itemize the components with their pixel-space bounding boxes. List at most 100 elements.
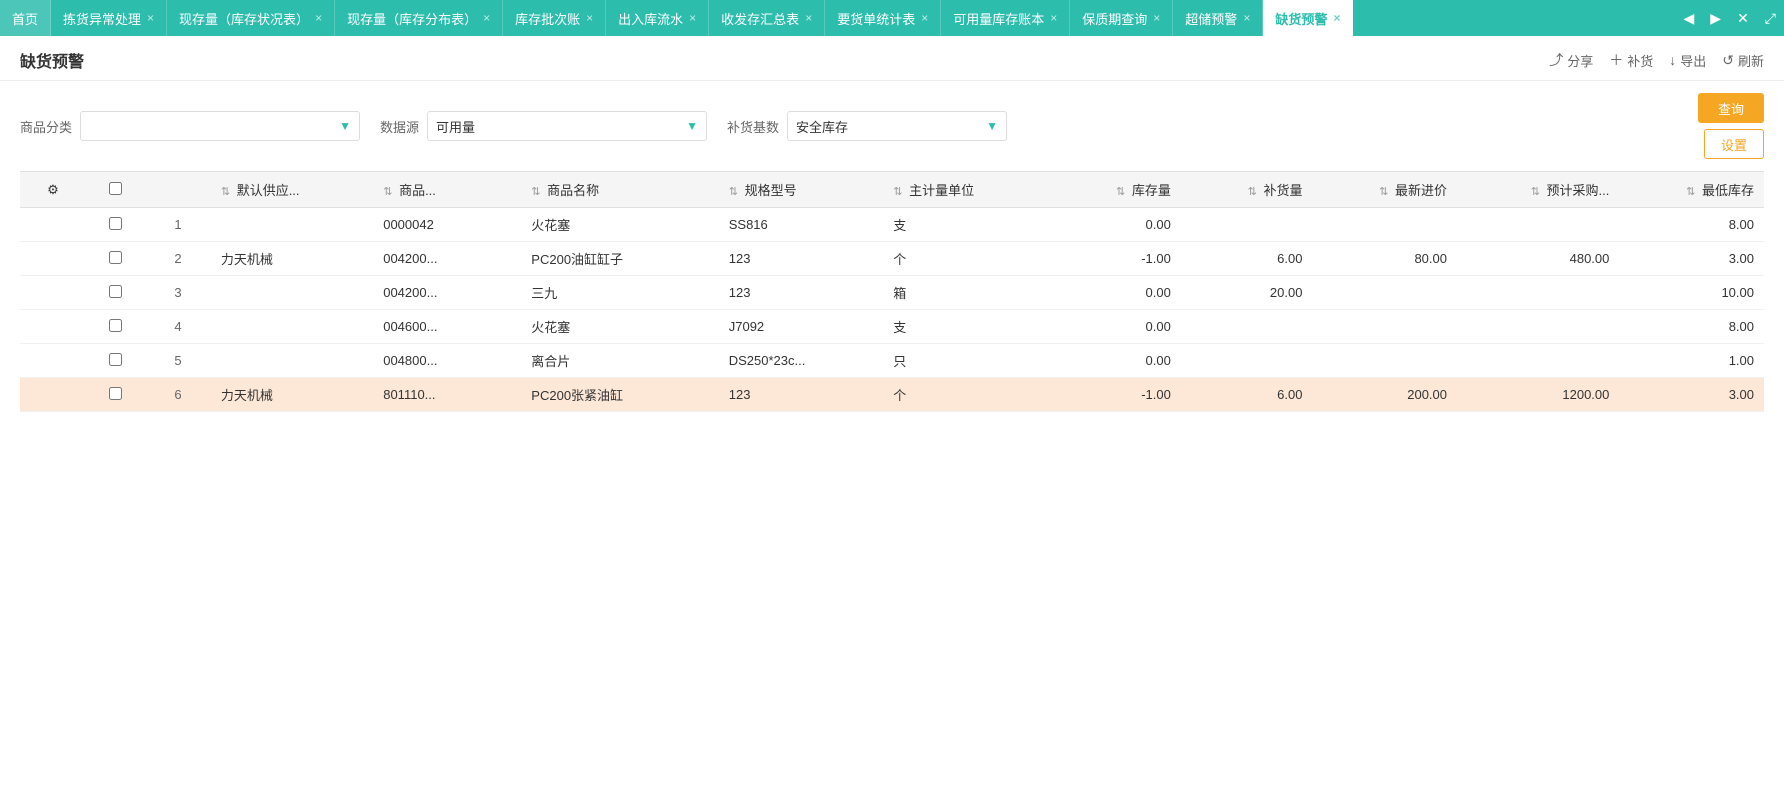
th-num: [145, 172, 211, 208]
tab-overstock[interactable]: 超储预警 ×: [1173, 0, 1263, 36]
query-button[interactable]: 查询: [1698, 93, 1764, 123]
th-supplier[interactable]: ⇅ 默认供应...: [211, 172, 373, 208]
category-label: 商品分类: [20, 117, 72, 136]
row-code-cell: 004600...: [373, 310, 521, 344]
tab-expiry-query[interactable]: 保质期查询 ×: [1070, 0, 1173, 36]
table-row: 2 力天机械 004200... PC200油缸缸子 123 个 -1.00 6…: [20, 242, 1764, 276]
row-checkbox[interactable]: [109, 251, 122, 264]
row-checkbox[interactable]: [109, 387, 122, 400]
th-check[interactable]: [86, 172, 145, 208]
tab-close-expiry-query[interactable]: ×: [1153, 11, 1160, 25]
row-code-cell: 004200...: [373, 276, 521, 310]
row-checkbox[interactable]: [109, 353, 122, 366]
row-checkbox[interactable]: [109, 217, 122, 230]
tab-close-inout-flow[interactable]: ×: [689, 11, 696, 25]
datasource-arrow-icon: ▼: [686, 119, 698, 133]
th-spec[interactable]: ⇅ 规格型号: [719, 172, 884, 208]
supplement-button[interactable]: ＋ 补货: [1609, 50, 1653, 70]
tab-available-ledger[interactable]: 可用量库存账本 ×: [941, 0, 1070, 36]
tab-close-abnormal[interactable]: ×: [147, 11, 154, 25]
tab-inout-flow[interactable]: 出入库流水 ×: [606, 0, 709, 36]
tab-shortage[interactable]: 缺货预警 ×: [1263, 0, 1353, 36]
row-spec-cell: 123: [719, 276, 884, 310]
row-check-cell[interactable]: [86, 344, 145, 378]
tab-home[interactable]: 首页: [0, 0, 51, 36]
row-num-cell: 2: [145, 242, 211, 276]
row-supplement-cell: 6.00: [1181, 242, 1313, 276]
row-num-cell: 1: [145, 208, 211, 242]
tab-fullscreen-btn[interactable]: ⤢: [1757, 0, 1784, 36]
tab-close-available-ledger[interactable]: ×: [1050, 11, 1057, 25]
settings-button[interactable]: 设置: [1704, 129, 1764, 159]
row-settings-cell: [20, 242, 86, 276]
supplement-base-filter-group: 补货基数 安全库存 ▼: [727, 111, 1007, 141]
row-name-cell: 火花塞: [521, 310, 718, 344]
supplement-icon: ＋: [1609, 50, 1623, 70]
row-checkbox[interactable]: [109, 285, 122, 298]
refresh-icon: ↺: [1722, 52, 1734, 69]
row-latest-price-cell: 80.00: [1312, 242, 1457, 276]
th-min-stock[interactable]: ⇅ 最低库存: [1619, 172, 1764, 208]
row-stock-cell: -1.00: [1049, 242, 1181, 276]
supplement-base-select[interactable]: 安全库存 ▼: [787, 111, 1007, 141]
tab-close-btn[interactable]: ✕: [1729, 0, 1757, 36]
tab-demand-stats[interactable]: 要货单统计表 ×: [825, 0, 941, 36]
th-stock[interactable]: ⇅ 库存量: [1049, 172, 1181, 208]
row-num-cell: 4: [145, 310, 211, 344]
row-forecast-cell: [1457, 344, 1619, 378]
share-button[interactable]: ⤴ 分享: [1549, 50, 1593, 70]
category-select[interactable]: ▼: [80, 111, 360, 141]
select-all-checkbox[interactable]: [109, 182, 122, 195]
tab-batch[interactable]: 库存批次账 ×: [503, 0, 606, 36]
tab-close-stock-dist[interactable]: ×: [483, 11, 490, 25]
th-settings[interactable]: ⚙: [20, 172, 86, 208]
row-checkbox[interactable]: [109, 319, 122, 332]
latest-price-sort-icon: ⇅: [1379, 186, 1388, 198]
row-check-cell[interactable]: [86, 208, 145, 242]
refresh-button[interactable]: ↺ 刷新: [1722, 51, 1764, 70]
row-unit-cell: 支: [883, 310, 1049, 344]
row-spec-cell: J7092: [719, 310, 884, 344]
tab-close-stock-status[interactable]: ×: [315, 11, 322, 25]
datasource-select[interactable]: 可用量 ▼: [427, 111, 707, 141]
datasource-filter-group: 数据源 可用量 ▼: [380, 111, 707, 141]
tab-abnormal[interactable]: 拣货异常处理 ×: [51, 0, 167, 36]
table-header-row: ⚙ ⇅ 默认供应... ⇅ 商品... ⇅: [20, 172, 1764, 208]
row-min-stock-cell: 8.00: [1619, 310, 1764, 344]
tab-close-overstock[interactable]: ×: [1243, 11, 1250, 25]
row-name-cell: PC200油缸缸子: [521, 242, 718, 276]
export-button[interactable]: ↓ 导出: [1669, 51, 1706, 70]
spec-sort-icon: ⇅: [729, 186, 738, 198]
row-stock-cell: 0.00: [1049, 208, 1181, 242]
row-supplier-cell: [211, 310, 373, 344]
row-name-cell: 离合片: [521, 344, 718, 378]
th-latest-price[interactable]: ⇅ 最新进价: [1312, 172, 1457, 208]
tab-prev-btn[interactable]: ◀: [1676, 0, 1703, 36]
tab-receipt-summary[interactable]: 收发存汇总表 ×: [709, 0, 825, 36]
row-settings-cell: [20, 378, 86, 412]
row-supplier-cell: [211, 344, 373, 378]
row-forecast-cell: 480.00: [1457, 242, 1619, 276]
row-check-cell[interactable]: [86, 276, 145, 310]
row-spec-cell: SS816: [719, 208, 884, 242]
th-unit[interactable]: ⇅ 主计量单位: [883, 172, 1049, 208]
th-supplement[interactable]: ⇅ 补货量: [1181, 172, 1313, 208]
tab-next-btn[interactable]: ▶: [1702, 0, 1729, 36]
category-arrow-icon: ▼: [339, 119, 351, 133]
row-unit-cell: 个: [883, 242, 1049, 276]
tab-close-demand-stats[interactable]: ×: [921, 11, 928, 25]
th-code[interactable]: ⇅ 商品...: [373, 172, 521, 208]
tab-close-receipt-summary[interactable]: ×: [805, 11, 812, 25]
row-check-cell[interactable]: [86, 310, 145, 344]
tab-stock-status[interactable]: 现存量（库存状况表） ×: [167, 0, 335, 36]
row-check-cell[interactable]: [86, 242, 145, 276]
row-code-cell: 0000042: [373, 208, 521, 242]
th-forecast-purchase[interactable]: ⇅ 预计采购...: [1457, 172, 1619, 208]
code-sort-icon: ⇅: [383, 186, 392, 198]
tab-close-shortage[interactable]: ×: [1333, 11, 1340, 25]
tab-stock-dist[interactable]: 现存量（库存分布表） ×: [335, 0, 503, 36]
row-supplier-cell: [211, 276, 373, 310]
tab-close-batch[interactable]: ×: [586, 11, 593, 25]
th-name[interactable]: ⇅ 商品名称: [521, 172, 718, 208]
row-check-cell[interactable]: [86, 378, 145, 412]
